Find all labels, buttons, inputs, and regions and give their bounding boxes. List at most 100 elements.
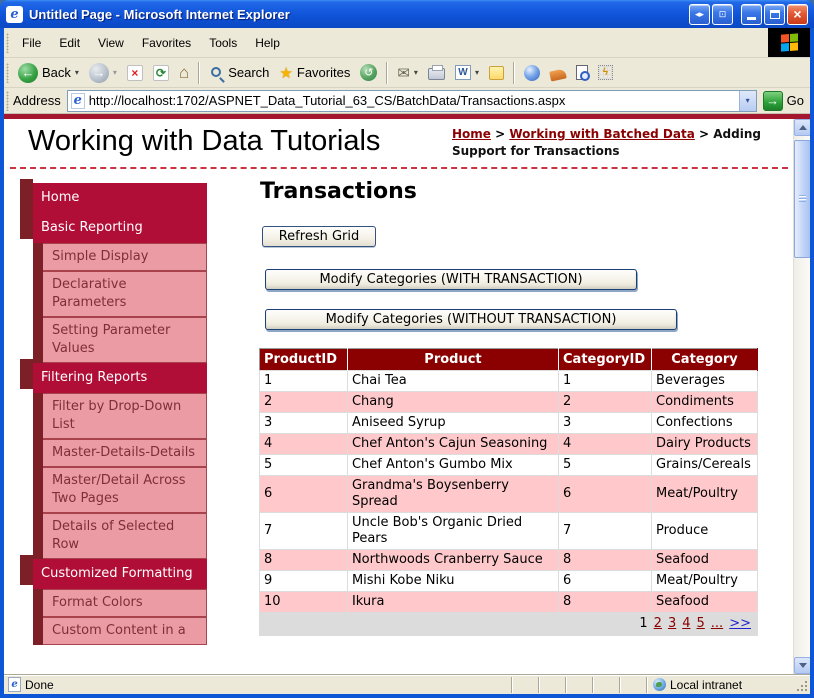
cell-category-id: 6 — [559, 476, 652, 513]
scroll-down-button[interactable] — [794, 657, 810, 674]
minimize-button[interactable] — [741, 4, 762, 25]
sidebar-item-filtering-reports[interactable]: Filtering Reports — [20, 363, 210, 393]
pager-link-3[interactable]: 3 — [668, 616, 676, 631]
word-chevron-down-icon[interactable]: ▾ — [475, 68, 479, 77]
menu-item-file[interactable]: File — [13, 32, 50, 54]
cell-product: Ikura — [347, 592, 558, 613]
edit-with-word-button[interactable]: W ▾ — [450, 63, 484, 82]
breadcrumb-section-link[interactable]: Working with Batched Data — [509, 127, 694, 141]
sidebar-item-setting-parameter-values[interactable]: Setting Parameter Values — [20, 317, 210, 363]
pager-link-[interactable]: >> — [729, 616, 751, 631]
ie-e-glyph: e — [11, 680, 17, 690]
search-icon — [211, 67, 221, 77]
search-label: Search — [228, 65, 269, 80]
sidebar-item-label: Custom Content in a — [43, 617, 207, 645]
title-bar[interactable]: e Untitled Page - Microsoft Internet Exp… — [0, 0, 814, 28]
address-dropdown-button[interactable]: ▾ — [739, 91, 756, 111]
sidebar-item-declarative-parameters[interactable]: Declarative Parameters — [20, 271, 210, 317]
sidebar-item-master-detail-across-two-pages[interactable]: Master/Detail Across Two Pages — [20, 467, 210, 513]
refresh-grid-button[interactable]: Refresh Grid — [262, 226, 376, 247]
sidebar-item-basic-reporting[interactable]: Basic Reporting — [20, 213, 210, 243]
search-button[interactable]: Search — [204, 63, 274, 83]
menu-item-favorites[interactable]: Favorites — [133, 32, 200, 54]
pager-link-4[interactable]: 4 — [682, 616, 690, 631]
sidebar-item-label: Master/Detail Across Two Pages — [43, 467, 207, 513]
find-button[interactable] — [571, 63, 593, 82]
cell-category: Meat/Poultry — [652, 571, 758, 592]
ie-e-glyph: e — [10, 8, 18, 21]
maximize-button[interactable] — [764, 4, 785, 25]
menu-grip[interactable] — [6, 33, 9, 53]
sidebar-item-format-colors[interactable]: Format Colors — [20, 589, 210, 617]
stop-icon: × — [127, 65, 143, 81]
sidebar-item-custom-content-in-a[interactable]: Custom Content in a — [20, 617, 210, 645]
modify-with-transaction-button[interactable]: Modify Categories (WITH TRANSACTION) — [265, 269, 637, 290]
table-row: 2 Chang 2 Condiments — [260, 392, 758, 413]
back-icon: ← — [18, 63, 38, 83]
breadcrumb-separator: > — [695, 127, 713, 141]
page-header: Working with Data Tutorials Home > Worki… — [10, 119, 788, 169]
sidebar-item-customized-formatting[interactable]: Customized Formatting — [20, 559, 210, 589]
menu-item-tools[interactable]: Tools — [200, 32, 246, 54]
cell-category: Meat/Poultry — [652, 476, 758, 513]
address-label: Address — [13, 93, 61, 108]
page-content: Working with Data Tutorials Home > Worki… — [4, 114, 810, 674]
forward-button[interactable]: → ▾ — [84, 61, 122, 85]
menu-item-view[interactable]: View — [89, 32, 133, 54]
address-grip[interactable] — [6, 91, 9, 111]
sidebar-item-details-of-selected-row[interactable]: Details of Selected Row — [20, 513, 210, 559]
back-label: Back — [42, 65, 71, 80]
messenger-button[interactable] — [519, 63, 545, 83]
back-button[interactable]: ← Back ▾ — [13, 61, 84, 85]
vertical-scrollbar[interactable] — [793, 119, 810, 674]
table-row: 4 Chef Anton's Cajun Seasoning 4 Dairy P… — [260, 434, 758, 455]
sidebar-item-master-details-details[interactable]: Master-Details-Details — [20, 439, 210, 467]
pager-link-2[interactable]: 2 — [654, 616, 662, 631]
cell-category-id: 8 — [559, 550, 652, 571]
cell-product-id: 9 — [260, 571, 348, 592]
mail-chevron-down-icon[interactable]: ▾ — [414, 68, 418, 77]
stop-button[interactable]: × — [122, 63, 148, 83]
print-button[interactable] — [423, 63, 450, 82]
close-button[interactable]: × — [787, 4, 808, 25]
toolbar-grip[interactable] — [6, 63, 9, 83]
research-button[interactable] — [545, 64, 571, 82]
cell-product-id: 1 — [260, 371, 348, 392]
cell-product: Chef Anton's Cajun Seasoning — [347, 434, 558, 455]
sidebar-item-label: Details of Selected Row — [43, 513, 207, 559]
notes-button[interactable] — [484, 64, 509, 82]
home-button[interactable]: ⌂ — [174, 61, 194, 85]
modify-without-transaction-button[interactable]: Modify Categories (WITHOUT TRANSACTION) — [265, 309, 677, 330]
arrow-down-icon — [799, 663, 807, 668]
go-button[interactable]: → Go — [763, 91, 804, 111]
pager-link-5[interactable]: 5 — [697, 616, 705, 631]
breadcrumb-home-link[interactable]: Home — [452, 127, 491, 141]
titlebar-popout-button[interactable]: ⊡ — [712, 4, 733, 25]
cell-category: Beverages — [652, 371, 758, 392]
table-row: 7 Uncle Bob's Organic Dried Pears 7 Prod… — [260, 513, 758, 550]
zone-panel: Local intranet — [646, 677, 794, 693]
word-icon: W — [455, 65, 471, 80]
scroll-thumb[interactable] — [794, 140, 810, 258]
menu-item-help[interactable]: Help — [246, 32, 289, 54]
close-icon: × — [793, 6, 801, 22]
sidebar-item-simple-display[interactable]: Simple Display — [20, 243, 210, 271]
table-row: 6 Grandma's Boysenberry Spread 6 Meat/Po… — [260, 476, 758, 513]
back-chevron-down-icon[interactable]: ▾ — [75, 68, 79, 77]
address-input[interactable]: e http://localhost:1702/ASPNET_Data_Tuto… — [67, 90, 757, 112]
cell-category: Seafood — [652, 550, 758, 571]
sidebar-item-home[interactable]: Home — [20, 183, 210, 213]
addons-button[interactable]: ϟ — [593, 63, 618, 82]
mail-button[interactable]: ✉ ▾ — [392, 62, 423, 84]
sidebar-item-filter-by-drop-down-list[interactable]: Filter by Drop-Down List — [20, 393, 210, 439]
favorites-button[interactable]: ★ Favorites — [274, 62, 355, 84]
forward-icon: → — [89, 63, 109, 83]
resize-grip[interactable] — [796, 677, 808, 693]
scroll-up-button[interactable] — [794, 119, 810, 136]
favorites-star-icon: ★ — [279, 64, 292, 82]
refresh-button[interactable]: ⟳ — [148, 63, 174, 83]
titlebar-arrows-button[interactable]: ◂▸ — [689, 4, 710, 25]
history-button[interactable]: ↺ — [355, 62, 382, 83]
pager-link-[interactable]: ... — [711, 616, 723, 631]
menu-item-edit[interactable]: Edit — [50, 32, 89, 54]
